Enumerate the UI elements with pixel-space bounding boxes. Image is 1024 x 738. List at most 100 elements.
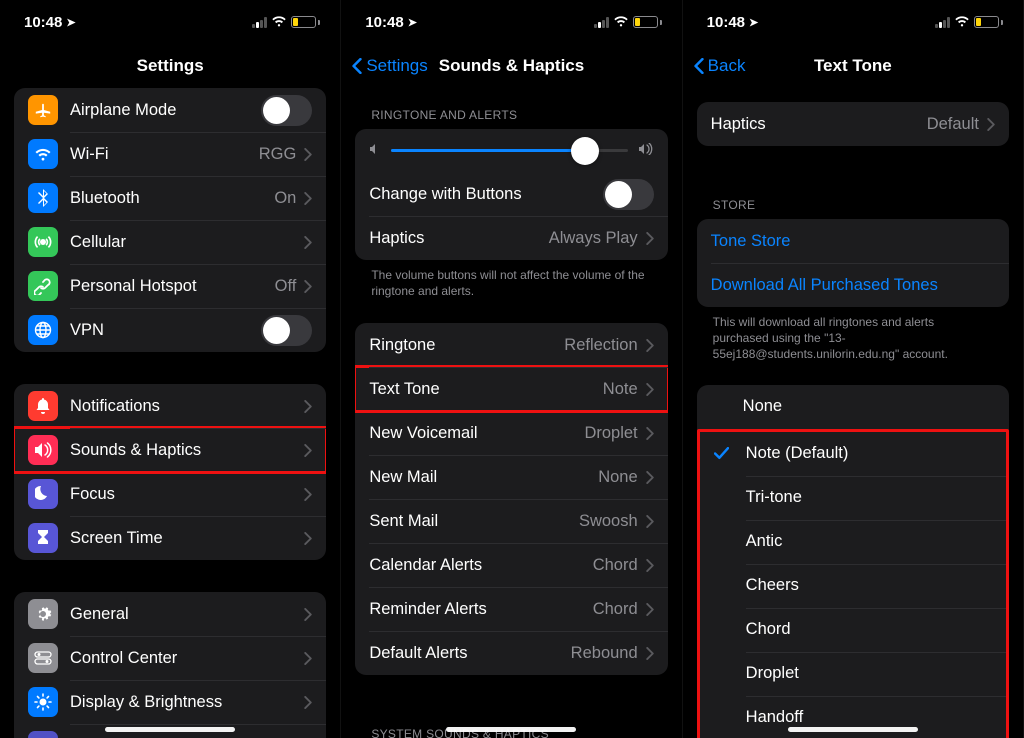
- status-bar: 10:48 ➤ 21: [341, 0, 681, 44]
- row-value: Chord: [593, 600, 638, 619]
- haptics-row[interactable]: Haptics Always Play: [355, 216, 667, 260]
- tone-row-cheers[interactable]: Cheers: [700, 564, 1006, 608]
- chevron-right-icon: [304, 148, 312, 161]
- sound-row-default-alerts[interactable]: Default AlertsRebound: [355, 631, 667, 675]
- settings-row-vpn[interactable]: VPN: [14, 308, 326, 352]
- row-label: Screen Time: [70, 529, 304, 548]
- home-indicator[interactable]: [105, 727, 235, 732]
- chevron-right-icon: [646, 383, 654, 396]
- sound-row-text-tone[interactable]: Text ToneNote: [355, 367, 667, 411]
- store-group: Tone StoreDownload All Purchased Tones: [697, 219, 1009, 307]
- row-value: Chord: [593, 556, 638, 575]
- chevron-right-icon: [304, 400, 312, 413]
- home-indicator[interactable]: [788, 727, 918, 732]
- switches-icon: [28, 643, 58, 673]
- row-label: Notifications: [70, 397, 304, 416]
- screen-settings: 10:48 ➤ 21 Settings Airplane ModeWi-FiRG…: [0, 0, 341, 738]
- location-icon: ➤: [749, 16, 758, 29]
- ringer-volume-slider[interactable]: [355, 129, 667, 172]
- row-label: General: [70, 605, 304, 624]
- section-header-store: STORE: [697, 178, 1009, 219]
- haptics-row[interactable]: Haptics Default: [697, 102, 1009, 146]
- toggle[interactable]: [261, 315, 312, 346]
- sun-icon: [28, 687, 58, 717]
- toggle[interactable]: [261, 95, 312, 126]
- back-label: Settings: [366, 56, 427, 76]
- bell-icon: [28, 391, 58, 421]
- row-label: Ringtone: [369, 336, 564, 355]
- row-value: Note: [603, 380, 638, 399]
- change-with-buttons-toggle[interactable]: [603, 179, 654, 210]
- page-title: Text Tone: [814, 56, 892, 76]
- row-label: Reminder Alerts: [369, 600, 592, 619]
- back-button[interactable]: Settings: [351, 56, 427, 76]
- chevron-right-icon: [646, 471, 654, 484]
- haptics-group: Haptics Default: [697, 102, 1009, 146]
- chevron-right-icon: [646, 232, 654, 245]
- settings-row-cellular[interactable]: Cellular: [14, 220, 326, 264]
- tone-row-droplet[interactable]: Droplet: [700, 652, 1006, 696]
- settings-row-control-center[interactable]: Control Center: [14, 636, 326, 680]
- tone-label: Cheers: [746, 576, 799, 595]
- row-value: Reflection: [564, 336, 637, 355]
- page-title: Sounds & Haptics: [439, 56, 584, 76]
- settings-row-bluetooth[interactable]: BluetoothOn: [14, 176, 326, 220]
- sound-row-reminder-alerts[interactable]: Reminder AlertsChord: [355, 587, 667, 631]
- tone-label: Tri-tone: [746, 488, 802, 507]
- nav-bar: Settings: [0, 44, 340, 88]
- tone-row-none[interactable]: None: [697, 385, 1009, 429]
- chevron-right-icon: [304, 608, 312, 621]
- sound-row-new-mail[interactable]: New MailNone: [355, 455, 667, 499]
- sound-row-new-voicemail[interactable]: New VoicemailDroplet: [355, 411, 667, 455]
- sound-row-sent-mail[interactable]: Sent MailSwoosh: [355, 499, 667, 543]
- chevron-right-icon: [304, 280, 312, 293]
- store-link-download-all-purchased-tones[interactable]: Download All Purchased Tones: [697, 263, 1009, 307]
- wifi-icon: [28, 139, 58, 169]
- sound-row-ringtone[interactable]: RingtoneReflection: [355, 323, 667, 367]
- settings-row-general[interactable]: General: [14, 592, 326, 636]
- settings-row-display-brightness[interactable]: Display & Brightness: [14, 680, 326, 724]
- row-value: RGG: [259, 145, 297, 164]
- store-link-tone-store[interactable]: Tone Store: [697, 219, 1009, 263]
- settings-row-sounds-haptics[interactable]: Sounds & Haptics: [14, 428, 326, 472]
- chevron-right-icon: [304, 236, 312, 249]
- home-indicator[interactable]: [446, 727, 576, 732]
- tone-row-chord[interactable]: Chord: [700, 608, 1006, 652]
- settings-row-wi-fi[interactable]: Wi-FiRGG: [14, 132, 326, 176]
- row-label: Display & Brightness: [70, 693, 304, 712]
- tone-label: Droplet: [746, 664, 799, 683]
- settings-row-focus[interactable]: Focus: [14, 472, 326, 516]
- row-value: Off: [275, 277, 297, 296]
- settings-row-personal-hotspot[interactable]: Personal HotspotOff: [14, 264, 326, 308]
- chevron-right-icon: [304, 444, 312, 457]
- chevron-right-icon: [304, 488, 312, 501]
- back-button[interactable]: Back: [693, 56, 746, 76]
- speaker-low-icon: [369, 143, 381, 158]
- moon-icon: [28, 479, 58, 509]
- row-value: Always Play: [549, 229, 638, 248]
- status-time: 10:48: [24, 14, 62, 31]
- settings-row-screen-time[interactable]: Screen Time: [14, 516, 326, 560]
- change-with-buttons-row[interactable]: Change with Buttons: [355, 172, 667, 216]
- chevron-right-icon: [646, 515, 654, 528]
- row-label: Airplane Mode: [70, 101, 261, 120]
- row-label: Text Tone: [369, 380, 602, 399]
- sounds-group: RingtoneReflectionText ToneNoteNew Voice…: [355, 323, 667, 675]
- row-value: Default: [927, 115, 979, 134]
- tone-label: Chord: [746, 620, 791, 639]
- settings-row-notifications[interactable]: Notifications: [14, 384, 326, 428]
- highlighted-tones: Note (Default) Tri-tone Antic Cheers Chord Dr…: [697, 429, 1009, 738]
- tone-label: Note (Default): [746, 444, 849, 463]
- volume-footer: The volume buttons will not affect the v…: [355, 260, 667, 299]
- tone-row-tri-tone[interactable]: Tri-tone: [700, 476, 1006, 520]
- row-label: New Mail: [369, 468, 598, 487]
- tone-row-note-default-[interactable]: Note (Default): [700, 432, 1006, 476]
- tone-row-antic[interactable]: Antic: [700, 520, 1006, 564]
- nav-bar: Settings Sounds & Haptics: [341, 44, 681, 88]
- settings-group-general: General Control Center Display & Brightnes…: [14, 592, 326, 738]
- chevron-right-icon: [304, 652, 312, 665]
- gear-icon: [28, 599, 58, 629]
- sound-row-calendar-alerts[interactable]: Calendar AlertsChord: [355, 543, 667, 587]
- settings-row-airplane-mode[interactable]: Airplane Mode: [14, 88, 326, 132]
- speaker-icon: [28, 435, 58, 465]
